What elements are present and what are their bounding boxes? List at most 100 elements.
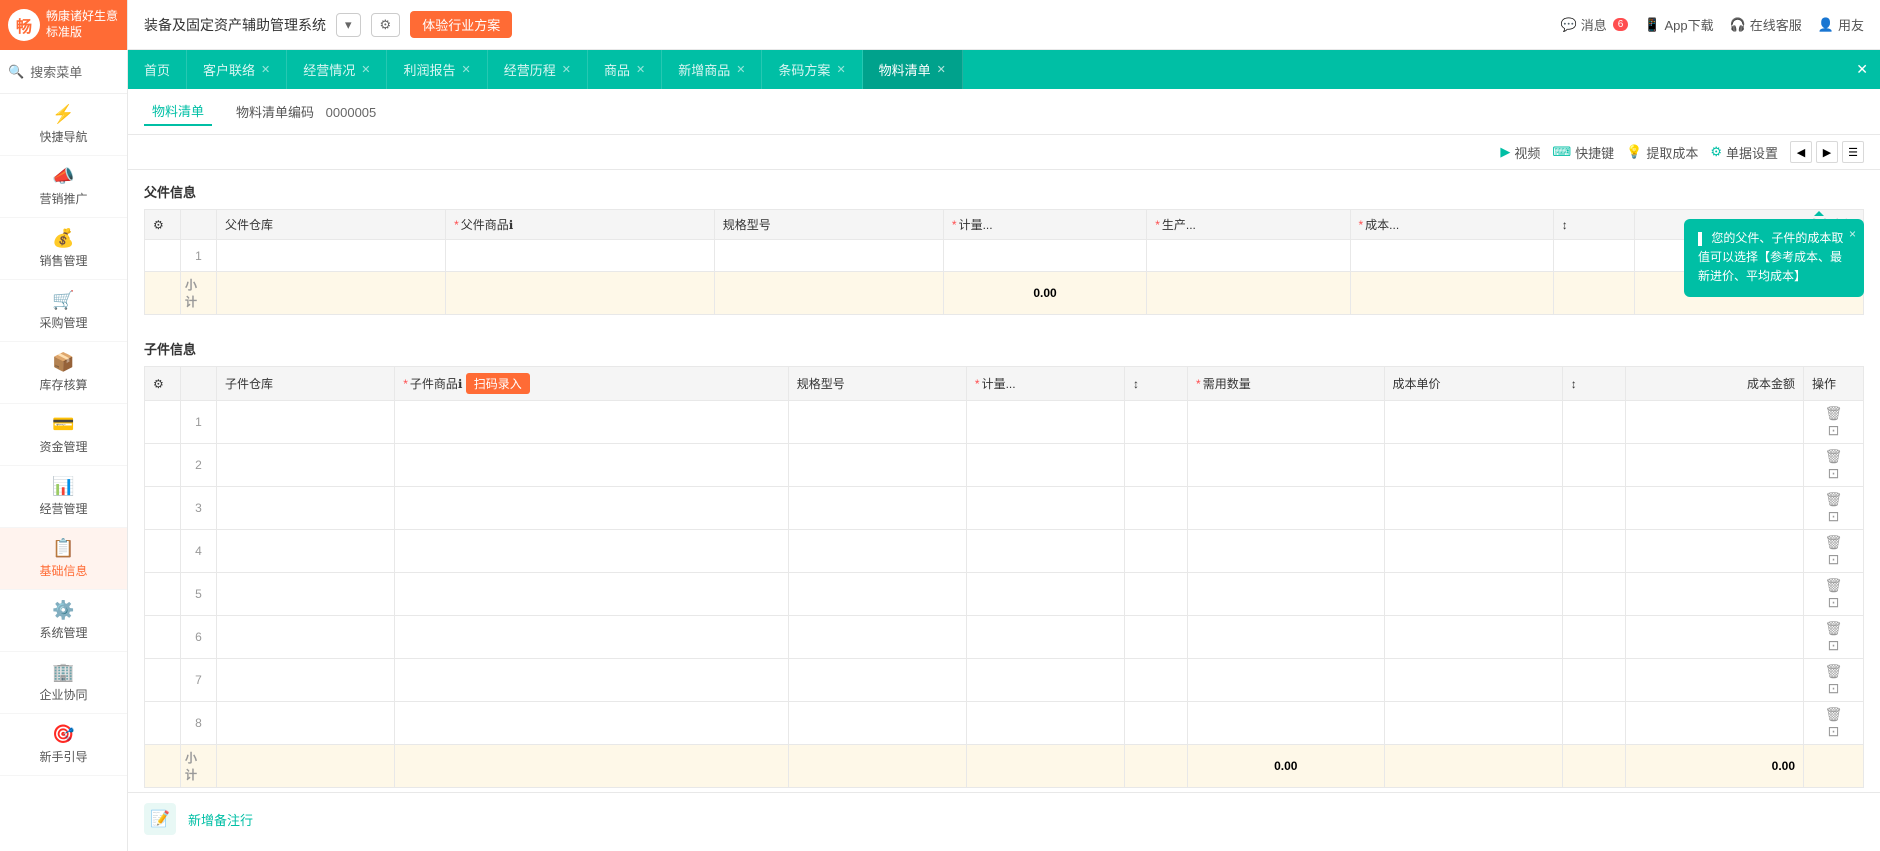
parent-spec-cell[interactable] — [714, 240, 943, 272]
tab-close-operations[interactable]: ✕ — [361, 63, 370, 76]
child-unit-cell[interactable] — [966, 702, 1124, 745]
child-quantity-cell[interactable] — [1188, 702, 1384, 745]
parent-warehouse-cell[interactable] — [217, 240, 446, 272]
scan-input-button[interactable]: 扫码录入 — [466, 373, 530, 394]
sub-tab-bom-code[interactable]: 物料清单编码 0000005 — [228, 98, 384, 125]
tab-close-customer[interactable]: ✕ — [261, 63, 270, 76]
delete-icon[interactable]: 🗑 — [1825, 620, 1843, 636]
child-warehouse-cell[interactable] — [217, 616, 395, 659]
tab-barcode[interactable]: 条码方案 ✕ — [762, 50, 862, 89]
delete-icon[interactable]: 🗑 — [1825, 405, 1843, 421]
child-product-cell[interactable] — [395, 573, 789, 616]
toolbar-shortcut[interactable]: ⌨ 快捷键 — [1552, 143, 1614, 162]
message-item[interactable]: 💬 消息 6 — [1561, 15, 1629, 34]
sidebar-search[interactable]: 🔍 搜索菜单 — [0, 50, 127, 94]
tab-close-history[interactable]: ✕ — [562, 63, 571, 76]
copy-icon[interactable]: ⊡ — [1828, 637, 1840, 653]
toolbar-view[interactable]: ▶ 视频 — [1500, 143, 1540, 162]
copy-icon[interactable]: ⊡ — [1828, 465, 1840, 481]
child-spec-cell[interactable] — [788, 444, 966, 487]
sub-tab-bom-list[interactable]: 物料清单 — [144, 97, 212, 126]
sidebar-item-inventory[interactable]: 📦 库存核算 — [0, 342, 127, 404]
sidebar-item-marketing[interactable]: 📣 营销推广 — [0, 156, 127, 218]
child-quantity-cell[interactable] — [1188, 616, 1384, 659]
delete-icon[interactable]: 🗑 — [1825, 491, 1843, 507]
child-unit-cell[interactable] — [966, 659, 1124, 702]
experience-button[interactable]: 体验行业方案 — [410, 11, 512, 38]
nav-close-all[interactable]: ✕ — [1844, 51, 1880, 88]
child-unit-cell[interactable] — [966, 573, 1124, 616]
child-unit-price-cell[interactable] — [1384, 530, 1562, 573]
child-quantity-cell[interactable] — [1188, 444, 1384, 487]
tab-close-products[interactable]: ✕ — [636, 63, 645, 76]
tab-close-bom[interactable]: ✕ — [937, 63, 946, 76]
sidebar-item-sales[interactable]: 💰 销售管理 — [0, 218, 127, 280]
child-spec-cell[interactable] — [788, 487, 966, 530]
dropdown-button[interactable]: ▾ — [336, 13, 361, 37]
copy-icon[interactable]: ⊡ — [1828, 723, 1840, 739]
delete-icon[interactable]: 🗑 — [1825, 663, 1843, 679]
child-product-cell[interactable] — [395, 616, 789, 659]
child-unit-price-cell[interactable] — [1384, 487, 1562, 530]
toolbar-single-settings[interactable]: ⚙ 单据设置 — [1710, 143, 1778, 162]
child-unit-price-cell[interactable] — [1384, 702, 1562, 745]
app-download-item[interactable]: 📱 App下载 — [1644, 15, 1713, 34]
delete-icon[interactable]: 🗑 — [1825, 534, 1843, 550]
toolbar-extract-cost[interactable]: 💡 提取成本 — [1626, 143, 1698, 162]
settings-button[interactable]: ⚙ — [371, 13, 401, 37]
child-product-cell[interactable] — [395, 530, 789, 573]
tab-operations[interactable]: 经营情况 ✕ — [287, 50, 387, 89]
tab-profit[interactable]: 利润报告 ✕ — [387, 50, 487, 89]
child-warehouse-cell[interactable] — [217, 530, 395, 573]
parent-unit-cell[interactable] — [943, 240, 1146, 272]
child-quantity-cell[interactable] — [1188, 573, 1384, 616]
child-spec-cell[interactable] — [788, 659, 966, 702]
tab-customer[interactable]: 客户联络 ✕ — [187, 50, 287, 89]
user-item[interactable]: 👤 用友 — [1818, 15, 1864, 34]
sidebar-item-system[interactable]: ⚙️ 系统管理 — [0, 590, 127, 652]
parent-th-settings[interactable]: ⚙ — [145, 210, 181, 240]
parent-production-cell[interactable] — [1147, 240, 1350, 272]
child-warehouse-cell[interactable] — [217, 702, 395, 745]
child-unit-price-cell[interactable] — [1384, 573, 1562, 616]
copy-icon[interactable]: ⊡ — [1828, 680, 1840, 696]
parent-cost-cell[interactable] — [1350, 240, 1553, 272]
copy-icon[interactable]: ⊡ — [1828, 422, 1840, 438]
child-spec-cell[interactable] — [788, 616, 966, 659]
tab-close-profit[interactable]: ✕ — [462, 63, 471, 76]
child-spec-cell[interactable] — [788, 530, 966, 573]
child-warehouse-cell[interactable] — [217, 659, 395, 702]
child-quantity-cell[interactable] — [1188, 659, 1384, 702]
sidebar-item-purchase[interactable]: 🛒 采购管理 — [0, 280, 127, 342]
child-unit-cell[interactable] — [966, 401, 1124, 444]
sidebar-item-basic-info[interactable]: 📋 基础信息 — [0, 528, 127, 590]
child-unit-price-cell[interactable] — [1384, 659, 1562, 702]
child-quantity-cell[interactable] — [1188, 487, 1384, 530]
tab-close-barcode[interactable]: ✕ — [836, 63, 845, 76]
sidebar-item-finance[interactable]: 💳 资金管理 — [0, 404, 127, 466]
child-spec-cell[interactable] — [788, 401, 966, 444]
tab-close-new-product[interactable]: ✕ — [736, 63, 745, 76]
nav-prev-btn[interactable]: ◀ — [1790, 141, 1812, 163]
child-product-cell[interactable] — [395, 487, 789, 530]
online-service-item[interactable]: 🎧 在线客服 — [1730, 15, 1802, 34]
child-unit-price-cell[interactable] — [1384, 401, 1562, 444]
nav-next-btn[interactable]: ▶ — [1816, 141, 1838, 163]
child-product-cell[interactable] — [395, 702, 789, 745]
copy-icon[interactable]: ⊡ — [1828, 594, 1840, 610]
tab-bom[interactable]: 物料清单 ✕ — [863, 50, 963, 89]
copy-icon[interactable]: ⊡ — [1828, 508, 1840, 524]
sidebar-item-quick-nav[interactable]: ⚡ 快捷导航 — [0, 94, 127, 156]
sidebar-item-enterprise[interactable]: 🏢 企业协同 — [0, 652, 127, 714]
child-th-settings[interactable]: ⚙ — [145, 367, 181, 401]
tab-products[interactable]: 商品 ✕ — [588, 50, 662, 89]
child-warehouse-cell[interactable] — [217, 573, 395, 616]
child-unit-cell[interactable] — [966, 530, 1124, 573]
bottom-label[interactable]: 新增备注行 — [188, 810, 253, 829]
child-product-cell[interactable] — [395, 401, 789, 444]
child-quantity-cell[interactable] — [1188, 530, 1384, 573]
sidebar-item-operations[interactable]: 📊 经营管理 — [0, 466, 127, 528]
child-spec-cell[interactable] — [788, 573, 966, 616]
tooltip-close-btn[interactable]: × — [1849, 225, 1856, 244]
delete-icon[interactable]: 🗑 — [1825, 577, 1843, 593]
